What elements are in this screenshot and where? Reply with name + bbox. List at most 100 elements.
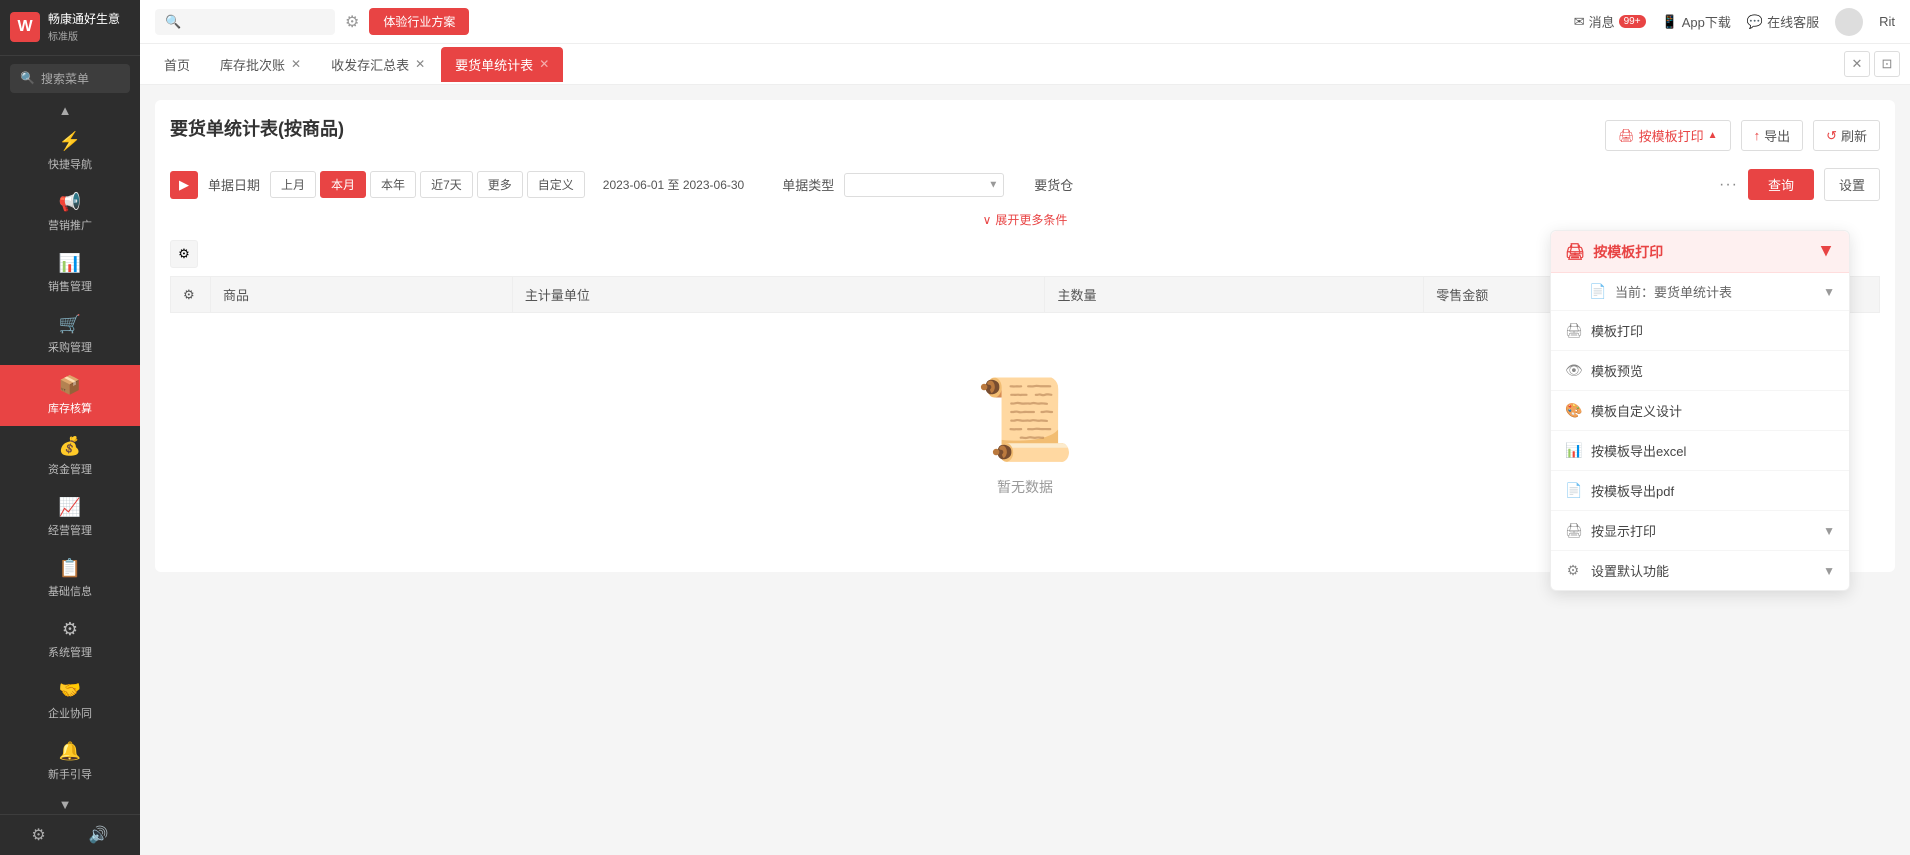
date-btn-last-7[interactable]: 近7天 <box>420 171 473 198</box>
promo-button[interactable]: 体验行业方案 <box>369 8 469 35</box>
template-preview-label: 模板预览 <box>1591 361 1643 380</box>
topbar-gear-icon[interactable]: ⚙ <box>345 12 359 32</box>
template-custom-label: 模板自定义设计 <box>1591 401 1682 420</box>
app-download-button[interactable]: 📱 App下载 <box>1662 12 1731 31</box>
sidebar-item-marketing[interactable]: 📢 营销推广 <box>0 182 140 243</box>
date-btn-this-year[interactable]: 本年 <box>370 171 416 198</box>
guide-icon: 🔔 <box>59 741 81 762</box>
dropdown-template-print[interactable]: 🖨 模板打印 <box>1551 311 1849 351</box>
export-excel-icon: 📊 <box>1565 442 1581 459</box>
online-service-button[interactable]: 💬 在线客服 <box>1747 12 1819 31</box>
close-tab-button[interactable]: ✕ <box>1844 51 1870 77</box>
sales-icon: 📊 <box>59 253 81 274</box>
display-print-icon: 🖨 <box>1565 522 1581 539</box>
col-product: 商品 <box>211 277 513 313</box>
scroll-up-arrow[interactable]: ▲ <box>0 101 130 121</box>
sidebar-nav: ⚡ 快捷导航 📢 营销推广 📊 销售管理 🛒 采购管理 📦 库存核算 💰 资金管… <box>0 121 140 794</box>
more-options-button[interactable]: ··· <box>1719 176 1738 194</box>
tab-collect-summary-label: 收发存汇总表 <box>331 55 409 74</box>
header-right-buttons: 🖨 按模板打印 ▲ ↑ 导出 ↺ 刷新 <box>1605 120 1880 151</box>
sidebar-search-area: 🔍 搜索菜单 <box>0 56 140 101</box>
dropdown-print-icon: 🖨 <box>1565 242 1585 262</box>
expand-conditions-button[interactable]: ∨ 展开更多条件 <box>983 211 1068 228</box>
display-print-chevron: ▼ <box>1823 524 1835 538</box>
template-preview-icon: 👁 <box>1565 362 1581 379</box>
date-btn-prev-month[interactable]: 上月 <box>270 171 316 198</box>
dropdown-collapse-button[interactable]: ▲ <box>1817 241 1835 262</box>
nav-label-inventory: 库存核算 <box>48 400 92 416</box>
topbar-search-input[interactable] <box>187 15 307 29</box>
scroll-down-arrow[interactable]: ▼ <box>0 794 130 814</box>
basic-icon: 📋 <box>59 558 81 579</box>
tab-inventory-batch[interactable]: 库存批次账 ✕ <box>206 47 315 82</box>
print-icon: 🖨 <box>1618 128 1635 144</box>
nav-label-sales: 销售管理 <box>48 278 92 294</box>
app-download-icon: 📱 <box>1662 14 1678 30</box>
dropdown-current-template[interactable]: 📄 当前：要货单统计表 ▼ <box>1551 273 1849 311</box>
dropdown-export-excel[interactable]: 📊 按模板导出excel <box>1551 431 1849 471</box>
goods-filter-label: 要货仓 <box>1034 175 1073 194</box>
tabs-right-controls: ✕ ⊡ <box>1844 51 1910 77</box>
sidebar-item-purchase[interactable]: 🛒 采购管理 <box>0 304 140 365</box>
tabs-container: 首页 库存批次账 ✕ 收发存汇总表 ✕ 要货单统计表 ✕ ✕ ⊡ <box>140 44 1910 85</box>
main-area: 🔍 ⚙ 体验行业方案 ✉ 消息 99+ 📱 App下载 💬 在线客服 Rit <box>140 0 1910 855</box>
col-settings: ⚙ <box>171 277 211 313</box>
collab-icon: 🤝 <box>59 680 81 701</box>
date-btn-custom[interactable]: 自定义 <box>527 171 585 198</box>
dropdown-display-print[interactable]: 🖨 按显示打印 ▼ <box>1551 511 1849 551</box>
order-type-select[interactable] <box>844 173 1004 197</box>
online-service-label: 在线客服 <box>1767 12 1819 31</box>
sidebar-item-inventory[interactable]: 📦 库存核算 <box>0 365 140 426</box>
tab-order-stats-close[interactable]: ✕ <box>539 57 549 71</box>
set-default-chevron: ▼ <box>1823 564 1835 578</box>
date-btn-this-month[interactable]: 本月 <box>320 171 366 198</box>
filter-expand-arrow[interactable]: ▶ <box>170 171 198 199</box>
search-icon: 🔍 <box>20 71 35 85</box>
tab-order-stats[interactable]: 要货单统计表 ✕ <box>441 47 563 82</box>
sidebar-item-basic[interactable]: 📋 基础信息 <box>0 548 140 609</box>
refresh-button[interactable]: ↺ 刷新 <box>1813 120 1880 151</box>
user-avatar[interactable] <box>1835 8 1863 36</box>
app-name: 畅康通好生意 <box>48 12 120 28</box>
query-button[interactable]: 查询 <box>1748 169 1814 200</box>
tab-collect-summary-close[interactable]: ✕ <box>415 57 425 71</box>
topbar-search-area: 🔍 <box>155 9 335 35</box>
export-button[interactable]: ↑ 导出 <box>1741 120 1804 151</box>
refresh-icon: ↺ <box>1826 128 1837 144</box>
print-template-button[interactable]: 🖨 按模板打印 ▲ <box>1605 120 1730 151</box>
dropdown-set-default[interactable]: ⚙ 设置默认功能 ▼ <box>1551 551 1849 590</box>
messages-button[interactable]: ✉ 消息 99+ <box>1574 12 1646 31</box>
dropdown-export-pdf[interactable]: 📄 按模板导出pdf <box>1551 471 1849 511</box>
system-icon: ⚙ <box>62 619 78 640</box>
dropdown-template-preview[interactable]: 👁 模板预览 <box>1551 351 1849 391</box>
sidebar-item-sales[interactable]: 📊 销售管理 <box>0 243 140 304</box>
settings-icon[interactable]: ⚙ <box>31 825 45 845</box>
dropdown-template-custom[interactable]: 🎨 模板自定义设计 <box>1551 391 1849 431</box>
sidebar-item-finance[interactable]: 💰 资金管理 <box>0 426 140 487</box>
nav-label-quick-nav: 快捷导航 <box>48 156 92 172</box>
tab-inventory-batch-close[interactable]: ✕ <box>291 57 301 71</box>
app-download-label: App下载 <box>1682 12 1731 31</box>
settings-button[interactable]: 设置 <box>1824 168 1880 201</box>
sidebar-item-business[interactable]: 📈 经营管理 <box>0 487 140 548</box>
app-name-block: 畅康通好生意 标准版 <box>48 12 120 43</box>
table-settings-icon[interactable]: ⚙ <box>170 240 198 268</box>
date-btn-more[interactable]: 更多 <box>477 171 523 198</box>
topbar-right: ✉ 消息 99+ 📱 App下载 💬 在线客服 Rit <box>1574 8 1895 36</box>
help-icon[interactable]: 🔊 <box>89 825 109 845</box>
template-print-icon: 🖨 <box>1565 322 1581 339</box>
export-pdf-label: 按模板导出pdf <box>1591 481 1674 500</box>
tab-home[interactable]: 首页 <box>150 47 204 82</box>
tab-collect-summary[interactable]: 收发存汇总表 ✕ <box>317 47 439 82</box>
sidebar-search-button[interactable]: 🔍 搜索菜单 <box>10 64 130 93</box>
inventory-icon: 📦 <box>59 375 81 396</box>
export-excel-label: 按模板导出excel <box>1591 441 1686 460</box>
sidebar-item-collab[interactable]: 🤝 企业协同 <box>0 670 140 731</box>
sidebar-item-guide[interactable]: 🔔 新手引导 <box>0 731 140 792</box>
header-actions-row: 要货单统计表(按商品) 🖨 按模板打印 ▲ ↑ 导出 ↺ 刷新 <box>170 115 1880 156</box>
page-title: 要货单统计表(按商品) <box>170 115 344 141</box>
expand-tab-button[interactable]: ⊡ <box>1874 51 1900 77</box>
sidebar-item-system[interactable]: ⚙ 系统管理 <box>0 609 140 670</box>
sidebar-item-quick-nav[interactable]: ⚡ 快捷导航 <box>0 121 140 182</box>
business-icon: 📈 <box>59 497 81 518</box>
